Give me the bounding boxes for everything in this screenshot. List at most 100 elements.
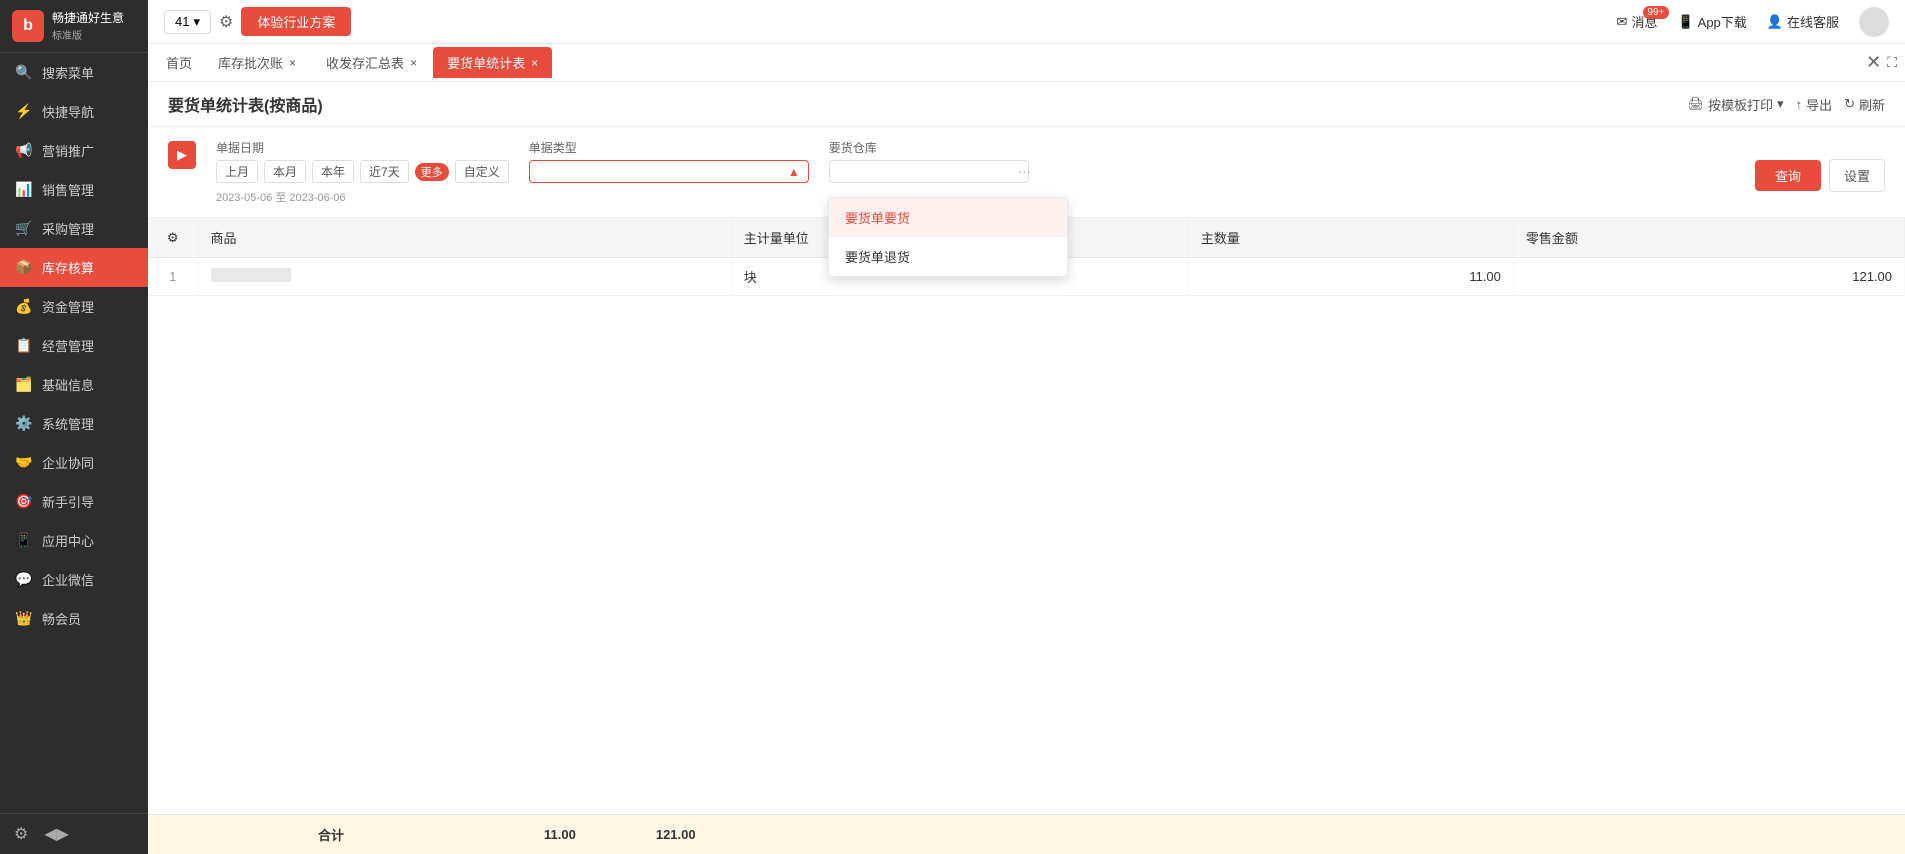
expand-tabs-icon[interactable]: ⛶ [1887,54,1897,71]
collapse-icon[interactable]: ◀▶ [44,824,69,844]
date-btn-this-year[interactable]: 本年 [312,160,354,183]
warehouse-filter-input[interactable] [838,164,1014,179]
warehouse-filter-input-wrap[interactable]: ··· [829,160,1029,183]
sidebar-item-sys-mgmt[interactable]: ⚙️ 系统管理 [0,404,148,443]
purchase-icon: 🛒 [14,220,34,237]
sidebar-item-inventory[interactable]: 📦 库存核算 [0,248,148,287]
company-dropdown-value: 41 [175,14,189,29]
filter-date-group: 单据日期 上月 本月 本年 近7天 更多 自定义 2023-05-06 至 20… [216,139,509,205]
filter-bar: ▶ 单据日期 上月 本月 本年 近7天 更多 自定义 2023-05-06 至 … [148,127,1905,218]
filter-dates: 上月 本月 本年 近7天 更多 自定义 [216,160,509,183]
date-range-display: 2023-05-06 至 2023-06-06 [216,189,509,205]
type-filter-label: 单据类型 [529,139,809,156]
page-header: 要货单统计表(按商品) 🖨 按模板打印 ▾ ↑ 导出 ↻ 刷新 [148,82,1905,127]
avatar[interactable] [1859,7,1889,37]
refresh-label: 刷新 [1859,95,1885,114]
sidebar-item-biz-wechat[interactable]: 💬 企业微信 [0,560,148,599]
date-filter-label: 单据日期 [216,139,509,156]
col-product: 商品 [198,218,731,258]
sidebar-item-label: 采购管理 [42,219,94,238]
tab-close-icon[interactable]: × [289,56,296,70]
topbar-left: 41 ▾ ⚙ 体验行业方案 [164,7,1617,36]
query-btn[interactable]: 查询 [1755,160,1821,191]
topbar-gear-icon[interactable]: ⚙ [219,12,233,32]
date-btn-last-month[interactable]: 上月 [216,160,258,183]
finance-icon: 💰 [14,298,34,315]
sidebar-item-label: 畅会员 [42,609,81,628]
messages-btn[interactable]: ✉ 消息 99+ [1617,12,1658,31]
filter-expand-btn[interactable]: ▶ [168,141,196,169]
settings-icon[interactable]: ⚙ [14,824,28,844]
row-index: 1 [148,258,198,296]
sidebar-item-label: 营销推广 [42,141,94,160]
sidebar-item-marketing[interactable]: 📢 营销推广 [0,131,148,170]
sidebar-item-biz-mgmt[interactable]: 📋 经营管理 [0,326,148,365]
type-filter-input[interactable] [538,164,788,179]
sidebar-item-label: 快捷导航 [42,102,94,121]
dropdown-item-return-order[interactable]: 要货单退货 [829,237,1067,276]
sidebar-item-app-center[interactable]: 📱 应用中心 [0,521,148,560]
date-btn-last-7-days[interactable]: 近7天 [360,160,409,183]
tab-home[interactable]: 首页 [156,47,202,78]
sidebar-item-vip-member[interactable]: 👑 畅会员 [0,599,148,638]
print-template-btn[interactable]: 🖨 按模板打印 ▾ [1688,95,1784,114]
sidebar-item-label: 销售管理 [42,180,94,199]
settings-btn[interactable]: 设置 [1829,159,1885,192]
row-product [198,258,731,296]
search-icon: 🔍 [14,64,34,81]
type-filter-input-wrap[interactable]: ▲ [529,160,809,183]
refresh-btn[interactable]: ↻ 刷新 [1844,95,1885,114]
sidebar-nav: 🔍 搜索菜单 ⚡ 快捷导航 📢 营销推广 📊 销售管理 🛒 采购管理 📦 库存核… [0,53,148,813]
footer-total-label: 合计 [318,825,344,844]
tab-order-stat[interactable]: 要货单统计表 × [433,47,552,78]
sidebar-item-basic-info[interactable]: 🗂️ 基础信息 [0,365,148,404]
warehouse-more-icon[interactable]: ··· [1018,164,1031,179]
sidebar-item-biz-collab[interactable]: 🤝 企业协同 [0,443,148,482]
tab-label: 库存批次账 [218,53,283,72]
page-title: 要货单统计表(按商品) [168,92,323,116]
online-service-btn[interactable]: 👤 在线客服 [1767,12,1839,31]
export-btn[interactable]: ↑ 导出 [1796,95,1833,114]
filter-type-group: 单据类型 ▲ [529,139,809,183]
sidebar-item-finance[interactable]: 💰 资金管理 [0,287,148,326]
close-all-tabs-icon[interactable]: ✕ [1866,52,1881,73]
refresh-icon: ↻ [1844,96,1855,112]
sales-icon: 📊 [14,181,34,198]
filter-actions: 查询 设置 [1755,159,1885,192]
page-actions: 🖨 按模板打印 ▾ ↑ 导出 ↻ 刷新 [1688,95,1886,114]
sidebar-item-new-guide[interactable]: 🎯 新手引导 [0,482,148,521]
footer-quantity: 11.00 [544,827,576,842]
print-template-label: 按模板打印 [1708,95,1773,114]
service-icon: 👤 [1767,14,1783,30]
sidebar-item-search[interactable]: 🔍 搜索菜单 [0,53,148,92]
sidebar-item-sales[interactable]: 📊 销售管理 [0,170,148,209]
sidebar-item-label: 经营管理 [42,336,94,355]
sidebar-item-quick-nav[interactable]: ⚡ 快捷导航 [0,92,148,131]
tab-inventory-batch[interactable]: 库存批次账 × [204,47,310,78]
type-filter-caret-icon[interactable]: ▲ [788,165,800,179]
sidebar-item-purchase[interactable]: 🛒 采购管理 [0,209,148,248]
date-btn-this-month[interactable]: 本月 [264,160,306,183]
app-download-btn[interactable]: 📱 App下载 [1677,12,1746,31]
type-dropdown-menu: 要货单要货 要货单退货 [828,197,1068,277]
inventory-icon: 📦 [14,259,34,276]
date-more-btn[interactable]: 更多 [415,163,449,181]
dropdown-arrow-icon: ▾ [193,14,200,30]
chevron-right-icon: ▶ [177,147,187,163]
tab-receivables[interactable]: 收发存汇总表 × [312,47,431,78]
sidebar-item-label: 搜索菜单 [42,63,94,82]
new-guide-icon: 🎯 [14,493,34,510]
basic-info-icon: 🗂️ [14,376,34,393]
company-dropdown[interactable]: 41 ▾ [164,10,211,34]
date-custom-btn[interactable]: 自定义 [455,160,509,183]
app-version: 标准版 [52,27,124,42]
tab-close-icon[interactable]: × [410,56,417,70]
product-placeholder [211,268,291,282]
app-download-icon: 📱 [1677,14,1693,30]
trial-btn[interactable]: 体验行业方案 [241,7,351,36]
print-expand-icon: ▾ [1777,96,1784,112]
app-download-label: App下载 [1698,12,1747,31]
dropdown-item-purchase-order[interactable]: 要货单要货 [829,198,1067,237]
col-settings[interactable]: ⚙ [148,218,198,258]
tab-close-icon[interactable]: × [531,56,538,70]
